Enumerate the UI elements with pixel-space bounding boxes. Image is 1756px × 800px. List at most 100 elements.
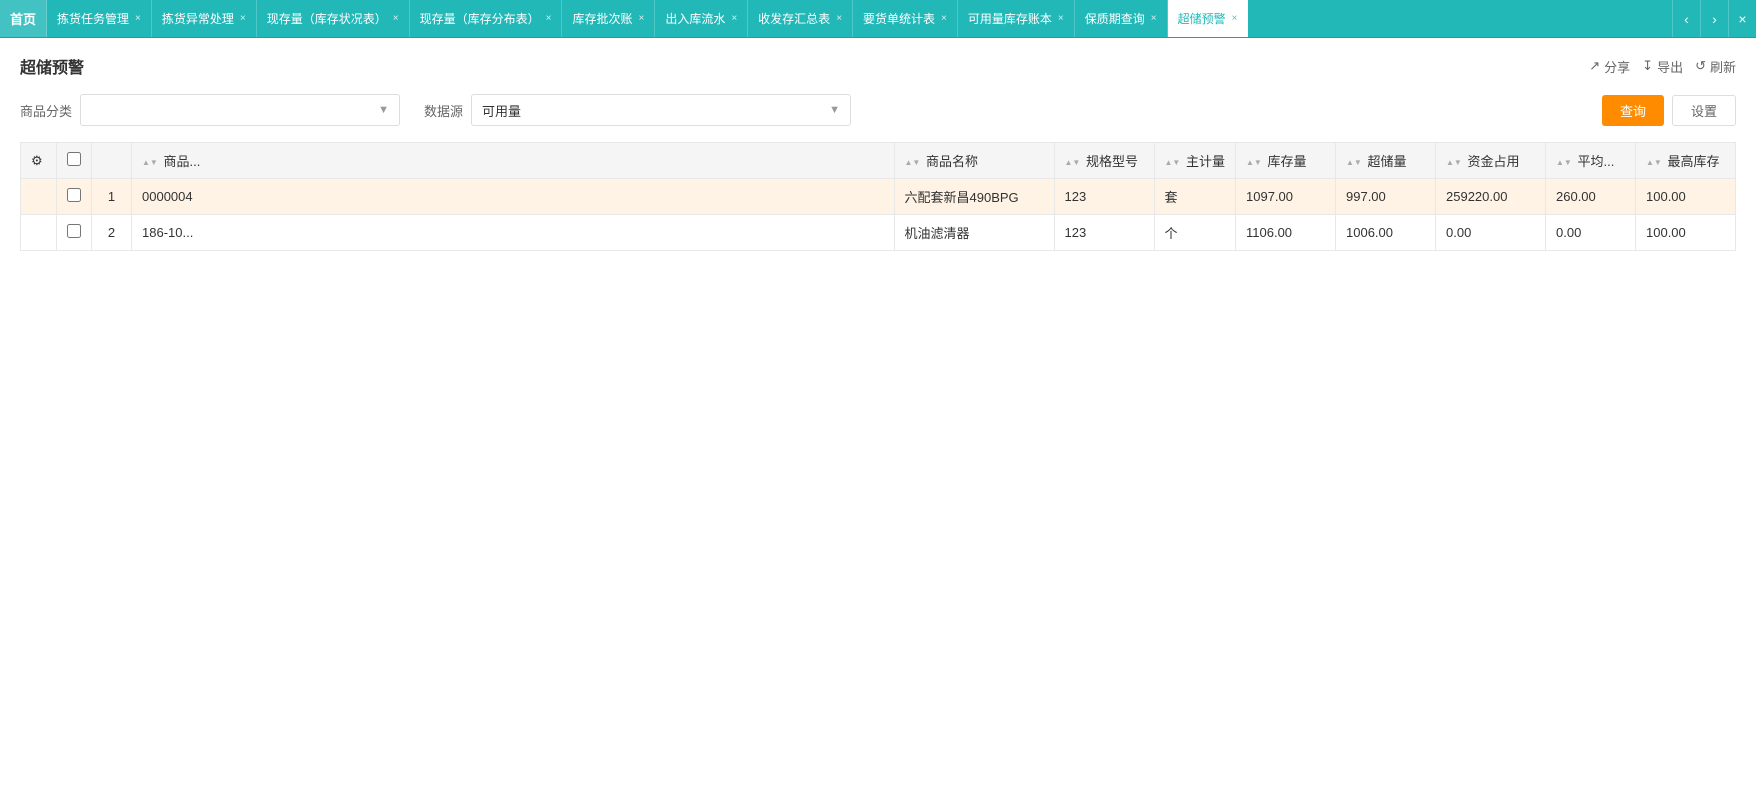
export-button[interactable]: ↧ 导出 [1642, 57, 1683, 76]
nav-tab-shofacunhuizong[interactable]: 收发存汇总表 × [748, 0, 853, 38]
nav-prev-button[interactable]: ‹ [1672, 0, 1700, 38]
row-product-code: 186-10... [132, 215, 895, 251]
datasource-value: 可用量 [482, 101, 521, 120]
nav-tab-label: 保质期查询 [1085, 10, 1145, 27]
refresh-icon: ↺ [1695, 58, 1706, 74]
sort-icon: ▲▼ [1065, 159, 1081, 167]
nav-tab-jianhuoyichangchuli[interactable]: 拣货异常处理 × [152, 0, 257, 38]
gear-icon: ⚙ [31, 153, 43, 168]
nav-tab-label: 超储预警 [1178, 10, 1226, 27]
top-navigation: 首页 拣货任务管理 × 拣货异常处理 × 现存量（库存状况表） × 现存量（库存… [0, 0, 1756, 38]
table-body: 1 0000004 六配套新昌490BPG 123 套 1097.00 997.… [21, 179, 1736, 251]
refresh-label: 刷新 [1710, 57, 1736, 76]
nav-home-label: 首页 [10, 9, 36, 28]
nav-tab-close[interactable]: × [240, 13, 246, 24]
nav-tab-close[interactable]: × [546, 13, 552, 24]
nav-tab-close[interactable]: × [1058, 13, 1064, 24]
sort-icon: ▲▼ [1556, 159, 1572, 167]
th-spec[interactable]: ▲▼ 规格型号 [1054, 143, 1154, 179]
datasource-select[interactable]: 可用量 ▼ [471, 94, 851, 126]
category-select[interactable]: ▼ [80, 94, 400, 126]
category-label: 商品分类 [20, 101, 72, 120]
nav-tab-close[interactable]: × [638, 13, 644, 24]
nav-tab-label: 要货单统计表 [863, 10, 935, 27]
table-header: ⚙ ▲▼ 商品... ▲▼ 商品名称 ▲▼ 规格型号 [21, 143, 1736, 179]
nav-tab-label: 库存批次账 [572, 10, 632, 27]
row-capital: 259220.00 [1436, 179, 1546, 215]
datasource-label: 数据源 [424, 101, 463, 120]
nav-tab-close[interactable]: × [1151, 13, 1157, 24]
th-checkbox[interactable] [57, 143, 92, 179]
nav-tab-chaochuyujing[interactable]: 超储预警 × [1168, 0, 1249, 38]
nav-tab-label: 可用量库存账本 [968, 10, 1052, 27]
row-checkbox[interactable] [67, 224, 81, 238]
filter-category: 商品分类 ▼ [20, 94, 400, 126]
nav-tab-jianhuorenwuguanli[interactable]: 拣货任务管理 × [47, 0, 152, 38]
page-title: 超储预警 [20, 54, 84, 78]
th-product-name[interactable]: ▲▼ 商品名称 [894, 143, 1054, 179]
category-dropdown-icon: ▼ [378, 104, 389, 116]
row-avg: 0.00 [1546, 215, 1636, 251]
row-unit: 个 [1154, 215, 1235, 251]
datasource-dropdown-icon: ▼ [829, 104, 840, 116]
row-gear-cell [21, 215, 57, 251]
page-container: 超储预警 ↗ 分享 ↧ 导出 ↺ 刷新 商品分类 ▼ 数据源 [0, 38, 1756, 267]
nav-tab-xiancunliang-zhuangkuang[interactable]: 现存量（库存状况表） × [257, 0, 410, 38]
nav-tab-keyongliang[interactable]: 可用量库存账本 × [958, 0, 1075, 38]
th-product-code[interactable]: ▲▼ 商品... [132, 143, 895, 179]
row-product-code: 0000004 [132, 179, 895, 215]
export-icon: ↧ [1642, 58, 1653, 74]
th-overstock[interactable]: ▲▼ 超储量 [1336, 143, 1436, 179]
nav-next-button[interactable]: › [1700, 0, 1728, 38]
nav-tab-label: 现存量（库存状况表） [267, 10, 387, 27]
th-avg[interactable]: ▲▼ 平均... [1546, 143, 1636, 179]
th-stock[interactable]: ▲▼ 库存量 [1236, 143, 1336, 179]
share-label: 分享 [1604, 57, 1630, 76]
nav-tab-close[interactable]: × [135, 13, 141, 24]
sort-icon: ▲▼ [1446, 159, 1462, 167]
nav-tab-xiancunliang-fenbu[interactable]: 现存量（库存分布表） × [410, 0, 563, 38]
nav-arrows: ‹ › × [1672, 0, 1756, 38]
data-table: ⚙ ▲▼ 商品... ▲▼ 商品名称 ▲▼ 规格型号 [20, 142, 1736, 251]
filter-actions: 查询 设置 [1602, 95, 1736, 126]
nav-tab-close[interactable]: × [941, 13, 947, 24]
nav-tab-churukuliushui[interactable]: 出入库流水 × [655, 0, 748, 38]
row-max-stock: 100.00 [1636, 179, 1736, 215]
th-avg-label: 平均... [1577, 154, 1614, 169]
th-row-num [92, 143, 132, 179]
sort-icon: ▲▼ [1646, 159, 1662, 167]
th-overstock-label: 超储量 [1367, 154, 1406, 169]
setting-button[interactable]: 设置 [1672, 95, 1736, 126]
nav-close-button[interactable]: × [1728, 0, 1756, 38]
row-stock: 1106.00 [1236, 215, 1336, 251]
th-gear[interactable]: ⚙ [21, 143, 57, 179]
refresh-button[interactable]: ↺ 刷新 [1695, 57, 1736, 76]
th-capital-label: 资金占用 [1467, 154, 1519, 169]
share-button[interactable]: ↗ 分享 [1589, 57, 1630, 76]
nav-tab-kucunpicizhang[interactable]: 库存批次账 × [562, 0, 655, 38]
nav-tab-close[interactable]: × [731, 13, 737, 24]
row-spec: 123 [1054, 215, 1154, 251]
filter-row: 商品分类 ▼ 数据源 可用量 ▼ 查询 设置 [20, 94, 1736, 126]
nav-home[interactable]: 首页 [0, 0, 47, 38]
nav-tab-close[interactable]: × [1232, 13, 1238, 24]
row-checkbox-cell[interactable] [57, 179, 92, 215]
row-checkbox-cell[interactable] [57, 215, 92, 251]
nav-tab-close[interactable]: × [836, 13, 842, 24]
table-row: 2 186-10... 机油滤清器 123 个 1106.00 1006.00 … [21, 215, 1736, 251]
query-button[interactable]: 查询 [1602, 95, 1664, 126]
row-num-cell: 2 [92, 215, 132, 251]
th-max-stock[interactable]: ▲▼ 最高库存 [1636, 143, 1736, 179]
row-spec: 123 [1054, 179, 1154, 215]
row-avg: 260.00 [1546, 179, 1636, 215]
nav-tab-yaohuo[interactable]: 要货单统计表 × [853, 0, 958, 38]
row-checkbox[interactable] [67, 188, 81, 202]
row-product-name: 六配套新昌490BPG [894, 179, 1054, 215]
nav-tab-baozhi[interactable]: 保质期查询 × [1075, 0, 1168, 38]
select-all-checkbox[interactable] [67, 152, 81, 166]
nav-tab-close[interactable]: × [393, 13, 399, 24]
th-spec-label: 规格型号 [1086, 154, 1138, 169]
row-capital: 0.00 [1436, 215, 1546, 251]
th-capital[interactable]: ▲▼ 资金占用 [1436, 143, 1546, 179]
th-unit[interactable]: ▲▼ 主计量 [1154, 143, 1235, 179]
